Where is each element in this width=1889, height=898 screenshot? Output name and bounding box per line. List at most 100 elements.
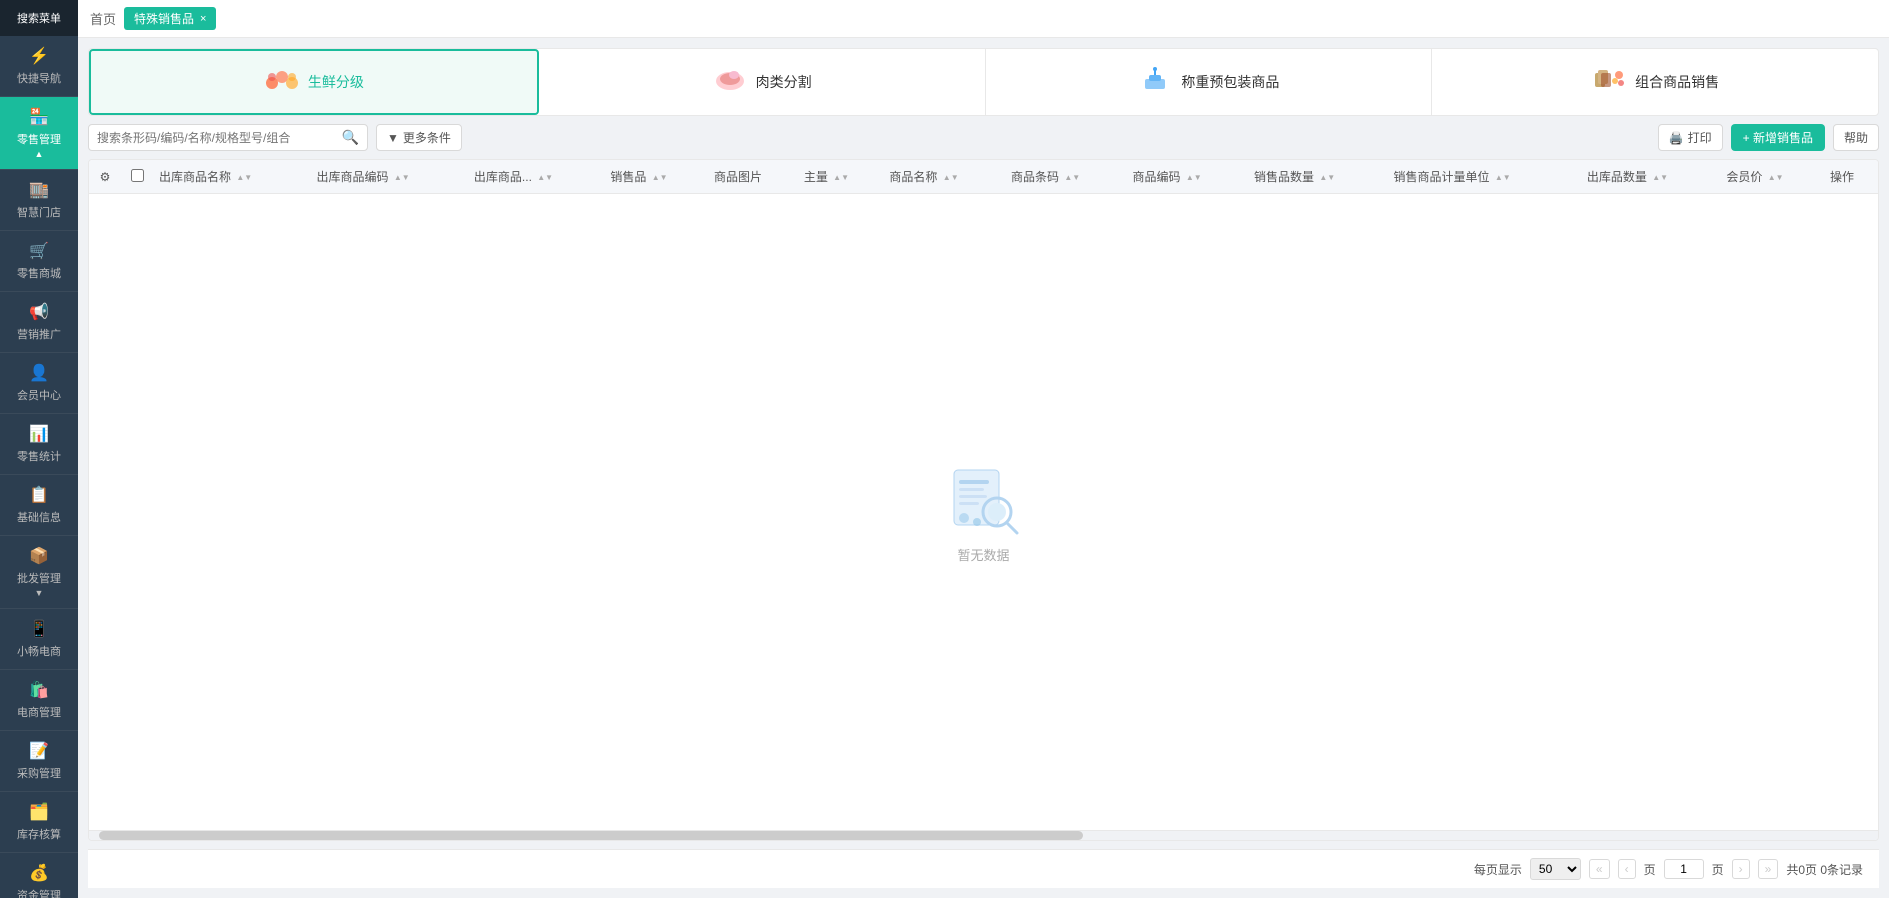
sidebar-item-label: 智慧门店	[17, 204, 61, 220]
sidebar-item-label: 快捷导航	[17, 70, 61, 86]
page-label: 页	[1644, 861, 1656, 878]
sidebar-item-label: 小畅电商	[17, 643, 61, 659]
sidebar-item-label: 会员中心	[17, 387, 61, 403]
sidebar-item-sales-promo[interactable]: 📢 营销推广	[0, 292, 78, 353]
sidebar-item-label: 营销推广	[17, 326, 61, 342]
sidebar-item-member-center[interactable]: 👤 会员中心	[0, 353, 78, 414]
col-checkbox[interactable]	[121, 160, 153, 194]
sidebar-item-label: 电商管理	[17, 704, 61, 720]
col-actions: 操作	[1824, 160, 1878, 194]
scroll-thumb[interactable]	[99, 831, 1083, 840]
filter-button[interactable]: ▼ 更多条件	[376, 124, 462, 151]
add-button[interactable]: + 新增销售品	[1731, 124, 1825, 151]
col-item-code[interactable]: 商品编码 ▲▼	[1126, 160, 1248, 194]
sort-arrows-sale-qty[interactable]: ▲▼	[1319, 174, 1335, 182]
sort-arrows-sale-item[interactable]: ▲▼	[652, 174, 668, 182]
toolbar-right: 🖨️ 打印 + 新增销售品 帮助	[1658, 124, 1879, 151]
col-out-qty[interactable]: 出库品数量 ▲▼	[1581, 160, 1721, 194]
sort-arrows-out-code[interactable]: ▲▼	[394, 174, 410, 182]
col-out-name[interactable]: 出库商品名称 ▲▼	[153, 160, 310, 194]
sidebar-item-wholesale-mgmt[interactable]: 📦 批发管理 ▼	[0, 536, 78, 609]
print-icon: 🖨️	[1669, 131, 1684, 145]
sidebar-item-label: 库存核算	[17, 826, 61, 842]
toolbar-left: 🔍 ▼ 更多条件	[88, 124, 462, 151]
smart-store-icon: 🏬	[29, 180, 49, 200]
sidebar-item-smart-store[interactable]: 🏬 智慧门店	[0, 170, 78, 231]
sort-arrows-item-name[interactable]: ▲▼	[943, 174, 959, 182]
last-page-button[interactable]: »	[1758, 859, 1779, 879]
topbar: 首页 特殊销售品 ×	[78, 0, 1889, 38]
sidebar-logo[interactable]: 搜索菜单	[0, 0, 78, 36]
tab-cards: 生鲜分级 肉类分割	[88, 48, 1879, 116]
sidebar-item-retail-mall[interactable]: 🛒 零售商城	[0, 231, 78, 292]
purchase-mgmt-icon: 📝	[29, 741, 49, 761]
col-settings[interactable]: ⚙	[89, 160, 121, 194]
sort-arrows-out-spec[interactable]: ▲▼	[537, 174, 553, 182]
sidebar-item-ecommerce-mgmt[interactable]: 🛍️ 电商管理	[0, 670, 78, 731]
main-area: 首页 特殊销售品 × 生鲜分级	[78, 0, 1889, 898]
col-main[interactable]: 主量 ▲▼	[798, 160, 884, 194]
sort-arrows-item-code[interactable]: ▲▼	[1186, 174, 1202, 182]
search-input[interactable]	[97, 131, 336, 145]
tab-meat-cut[interactable]: 肉类分割	[539, 49, 986, 115]
sort-arrows-barcode[interactable]: ▲▼	[1064, 174, 1080, 182]
sidebar-item-retail-stats[interactable]: 📊 零售统计	[0, 414, 78, 475]
select-all-checkbox[interactable]	[131, 169, 144, 182]
print-button[interactable]: 🖨️ 打印	[1658, 124, 1723, 151]
retail-mgmt-arrow: ▲	[35, 149, 44, 159]
sidebar-item-quick-nav[interactable]: ⚡ 快捷导航	[0, 36, 78, 97]
first-page-button[interactable]: «	[1589, 859, 1610, 879]
col-member-price[interactable]: 会员价 ▲▼	[1720, 160, 1824, 194]
next-page-button[interactable]: ›	[1732, 859, 1750, 879]
retail-mall-icon: 🛒	[29, 241, 49, 261]
sort-arrows-out-name[interactable]: ▲▼	[236, 174, 252, 182]
sidebar-item-inventory-check[interactable]: 🗂️ 库存核算	[0, 792, 78, 853]
col-sale-qty[interactable]: 销售品数量 ▲▼	[1248, 160, 1388, 194]
per-page-select[interactable]: 10 20 50 100	[1530, 858, 1581, 880]
tab-weigh-pack-label: 称重预包装商品	[1181, 72, 1279, 92]
col-sale-item[interactable]: 销售品 ▲▼	[604, 160, 708, 194]
active-tab-tag[interactable]: 特殊销售品 ×	[124, 7, 216, 30]
tab-fresh-grade-label: 生鲜分级	[308, 72, 364, 92]
search-icon[interactable]: 🔍	[342, 129, 359, 146]
page-input[interactable]	[1664, 859, 1704, 879]
tab-weigh-pack[interactable]: 称重预包装商品	[986, 49, 1433, 115]
sort-arrows-member-price[interactable]: ▲▼	[1768, 174, 1784, 182]
prev-page-button[interactable]: ‹	[1618, 859, 1636, 879]
sort-arrows-main[interactable]: ▲▼	[833, 174, 849, 182]
col-out-spec[interactable]: 出库商品... ▲▼	[468, 160, 605, 194]
retail-mgmt-icon: 🏪	[29, 107, 49, 127]
tab-combo-sale[interactable]: 组合商品销售	[1432, 49, 1878, 115]
help-button[interactable]: 帮助	[1833, 124, 1879, 151]
empty-icon	[939, 460, 1029, 535]
tab-fresh-grade[interactable]: 生鲜分级	[89, 49, 539, 115]
sidebar-item-basic-info[interactable]: 📋 基础信息	[0, 475, 78, 536]
sidebar-item-mini-ecommerce[interactable]: 📱 小畅电商	[0, 609, 78, 670]
sidebar-item-funds-mgmt[interactable]: 💰 资金管理	[0, 853, 78, 898]
add-label: + 新增销售品	[1743, 129, 1813, 146]
filter-icon: ▼	[387, 131, 399, 145]
inventory-check-icon: 🗂️	[29, 802, 49, 822]
sidebar-item-label: 批发管理	[17, 570, 61, 586]
sidebar-item-retail-mgmt[interactable]: 🏪 零售管理 ▲	[0, 97, 78, 170]
toolbar: 🔍 ▼ 更多条件 🖨️ 打印 + 新增销售品 帮助	[88, 124, 1879, 151]
search-box[interactable]: 🔍	[88, 124, 368, 151]
sort-arrows-out-qty[interactable]: ▲▼	[1652, 174, 1668, 182]
sidebar-item-label: 零售管理	[17, 131, 61, 147]
meat-cut-icon	[712, 65, 748, 99]
active-tab-label: 特殊销售品	[134, 10, 194, 27]
tab-close-button[interactable]: ×	[200, 13, 206, 25]
col-barcode[interactable]: 商品条码 ▲▼	[1005, 160, 1127, 194]
sort-arrows-sale-unit[interactable]: ▲▼	[1495, 174, 1511, 182]
sidebar-item-purchase-mgmt[interactable]: 📝 采购管理	[0, 731, 78, 792]
ecommerce-mgmt-icon: 🛍️	[29, 680, 49, 700]
empty-state: 暂无数据	[89, 194, 1878, 830]
horizontal-scrollbar[interactable]	[89, 830, 1878, 840]
col-item-name[interactable]: 商品名称 ▲▼	[883, 160, 1005, 194]
sidebar-item-label: 资金管理	[17, 887, 61, 898]
sidebar-item-label: 基础信息	[17, 509, 61, 525]
retail-stats-icon: 📊	[29, 424, 49, 444]
col-sale-unit[interactable]: 销售商品计量单位 ▲▼	[1388, 160, 1581, 194]
col-out-code[interactable]: 出库商品编码 ▲▼	[310, 160, 467, 194]
quick-nav-icon: ⚡	[29, 46, 49, 66]
